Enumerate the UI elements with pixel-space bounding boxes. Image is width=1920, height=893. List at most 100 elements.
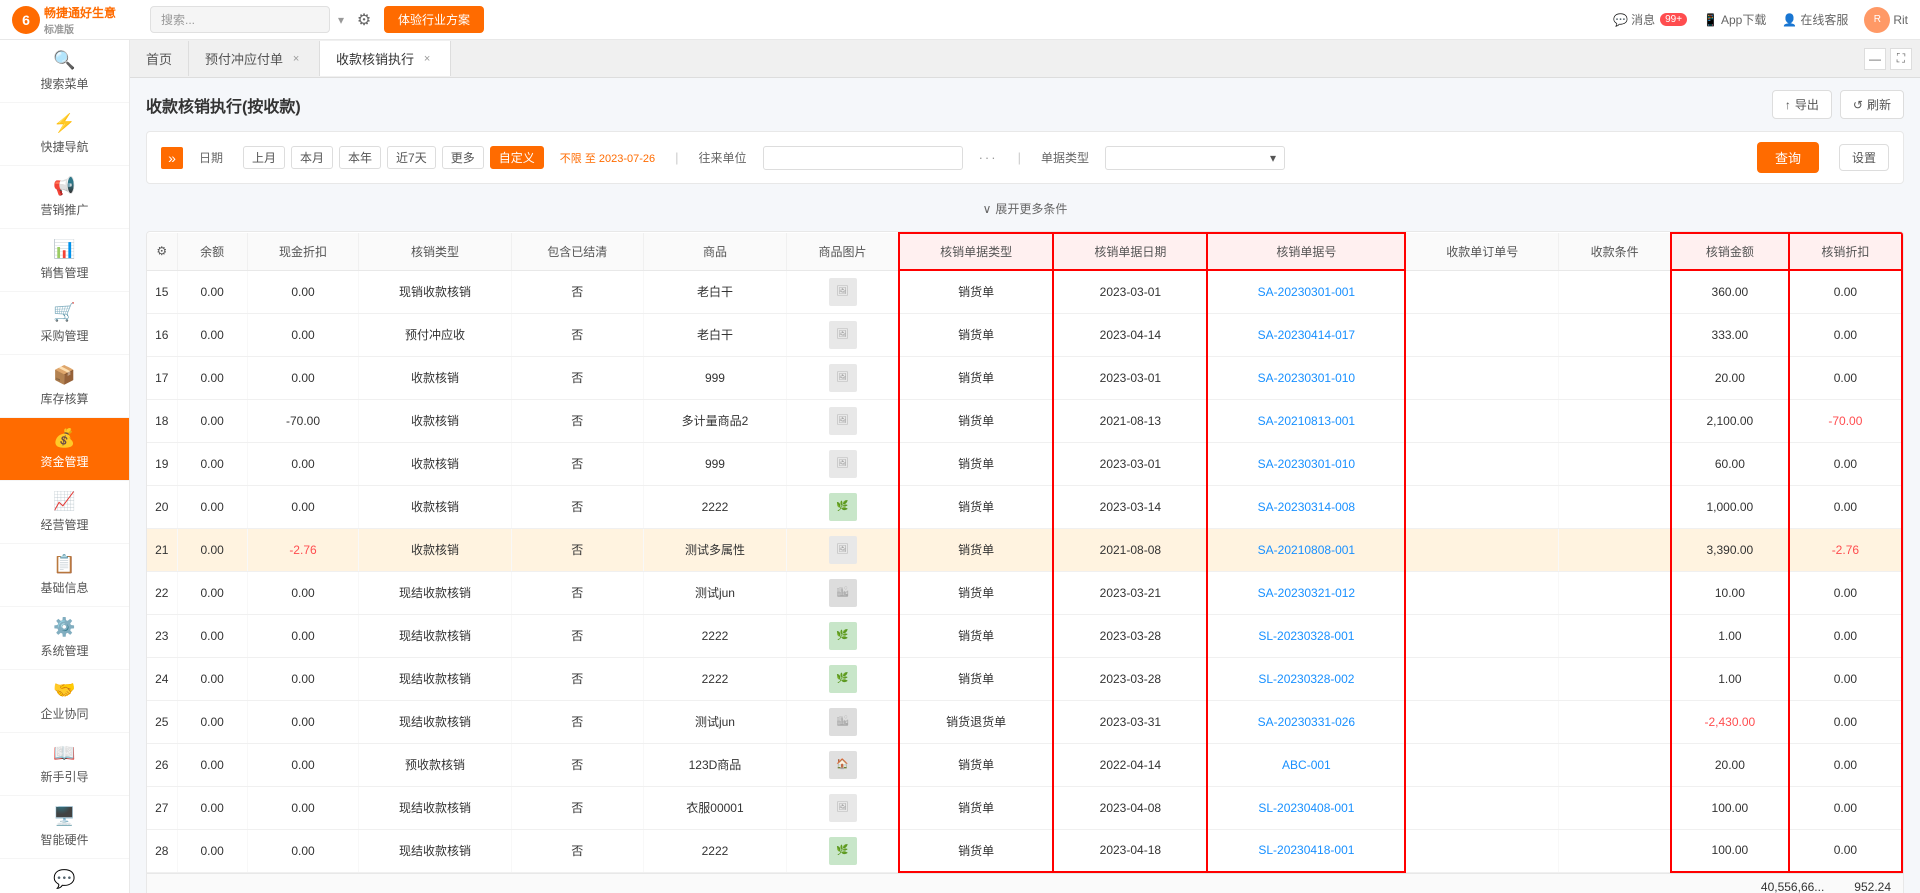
sidebar-item-system[interactable]: ⚙️ 系统管理 (0, 607, 129, 670)
cancel-bill-no-link[interactable]: SA-20230301-010 (1258, 457, 1355, 471)
cell-row-num: 24 (147, 657, 177, 700)
cell-cancel-bill-no[interactable]: SA-20230301-001 (1207, 270, 1405, 313)
cell-cancel-discount: 0.00 (1789, 829, 1902, 872)
cell-goods: 2222 (643, 657, 786, 700)
cell-cancel-bill-type: 销货单 (899, 528, 1053, 571)
tab-prepay[interactable]: 预付冲应付单 × (189, 41, 320, 76)
sidebar-item-sales[interactable]: 📊 销售管理 (0, 229, 129, 292)
cancel-bill-no-link[interactable]: SA-20230331-026 (1258, 715, 1355, 729)
date-btn-this-year[interactable]: 本年 (339, 146, 381, 169)
cell-cancel-bill-type: 销货单 (899, 442, 1053, 485)
cancel-bill-no-link[interactable]: SA-20230301-001 (1258, 285, 1355, 299)
cancel-bill-no-link[interactable]: SA-20230301-010 (1258, 371, 1355, 385)
collapse-filter-btn[interactable]: » (161, 147, 183, 169)
cell-cancel-bill-date: 2023-04-14 (1053, 313, 1207, 356)
cancel-bill-no-link[interactable]: SA-20230314-008 (1258, 500, 1355, 514)
tab-maximize-btn[interactable]: ⛶ (1890, 48, 1912, 70)
sidebar-item-inventory[interactable]: 📦 库存核算 (0, 355, 129, 418)
cell-cancel-discount: 0.00 (1789, 657, 1902, 700)
tab-cancel-exec[interactable]: 收款核销执行 × (320, 41, 451, 76)
date-btn-last-month[interactable]: 上月 (243, 146, 285, 169)
cell-cancel-discount: -2.76 (1789, 528, 1902, 571)
cancel-bill-no-link[interactable]: SA-20210808-001 (1258, 543, 1355, 557)
cancel-bill-no-link[interactable]: SL-20230328-001 (1258, 629, 1354, 643)
cancel-bill-no-link[interactable]: SL-20230418-001 (1258, 843, 1354, 857)
cell-cancel-type: 收款核销 (359, 442, 512, 485)
cell-cancel-amount: 10.00 (1671, 571, 1789, 614)
cancel-bill-no-link[interactable]: SA-20230321-012 (1258, 586, 1355, 600)
partner-input[interactable] (763, 146, 963, 170)
tab-minimize-btn[interactable]: — (1864, 48, 1886, 70)
cancel-bill-no-link[interactable]: SL-20230328-002 (1258, 672, 1354, 686)
setting-btn[interactable]: 设置 (1839, 144, 1889, 171)
brand-name: 畅捷通好生意 (44, 4, 116, 21)
sidebar-item-purchase[interactable]: 🛒 采购管理 (0, 292, 129, 355)
sidebar-label: 营销推广 (40, 201, 88, 218)
cell-include-settled: 否 (511, 657, 643, 700)
table-row: 18 0.00 -70.00 收款核销 否 多计量商品2 🖼 销货单 2021-… (147, 399, 1902, 442)
sidebar-item-basic-info[interactable]: 📋 基础信息 (0, 544, 129, 607)
notifications-btn[interactable]: 💬 消息 99+ (1613, 11, 1687, 28)
sidebar-item-guide[interactable]: 📖 新手引导 (0, 733, 129, 796)
cell-cancel-bill-no[interactable]: SA-20230301-010 (1207, 442, 1405, 485)
cell-cancel-bill-no[interactable]: SA-20230331-026 (1207, 700, 1405, 743)
cell-cash-discount: 0.00 (247, 614, 358, 657)
sidebar-item-search[interactable]: 🔍 搜索菜单 (0, 40, 129, 103)
cell-cancel-bill-no[interactable]: SA-20230301-010 (1207, 356, 1405, 399)
cell-cancel-bill-no[interactable]: ABC-001 (1207, 743, 1405, 786)
cell-cancel-type: 现结收款核销 (359, 614, 512, 657)
top-bar: 6 畅捷通好生意 标准版 搜索... ▾ ⚙ 体验行业方案 💬 消息 99+ 📱… (0, 0, 1920, 40)
inventory-icon: 📦 (53, 365, 75, 386)
date-btn-custom[interactable]: 自定义 (490, 146, 544, 169)
date-btn-7days[interactable]: 近7天 (387, 146, 436, 169)
sidebar-item-operations[interactable]: 📈 经营管理 (0, 481, 129, 544)
sales-icon: 📊 (53, 239, 75, 260)
tab-home[interactable]: 首页 (130, 41, 189, 76)
goods-image: 🏙 (829, 579, 857, 607)
settings-gear-btn[interactable]: ⚙ (352, 8, 376, 32)
sidebar-item-shortcuts[interactable]: ⚡ 快捷导航 (0, 103, 129, 166)
cell-cancel-bill-date: 2023-03-14 (1053, 485, 1207, 528)
query-btn[interactable]: 查询 (1757, 142, 1819, 173)
cell-cancel-bill-no[interactable]: SL-20230328-001 (1207, 614, 1405, 657)
refresh-btn[interactable]: ↺ 刷新 (1840, 90, 1904, 119)
sidebar-label: 新手引导 (40, 768, 88, 785)
cancel-bill-no-link[interactable]: ABC-001 (1282, 758, 1331, 772)
tab-close-cancel-exec[interactable]: × (420, 52, 434, 66)
online-service-btn[interactable]: 👤 在线客服 (1782, 11, 1848, 28)
order-type-label: 单据类型 (1041, 149, 1089, 166)
cell-cancel-bill-no[interactable]: SL-20230418-001 (1207, 829, 1405, 872)
app-download-btn[interactable]: 📱 App下载 (1703, 11, 1766, 28)
expand-conditions-btn[interactable]: ∨ 展开更多条件 (977, 194, 1074, 223)
cell-cancel-discount: 0.00 (1789, 270, 1902, 313)
sidebar-item-collab[interactable]: 🤝 企业协同 (0, 670, 129, 733)
col-header-gear[interactable]: ⚙ (147, 233, 177, 270)
cancel-bill-no-link[interactable]: SA-20210813-001 (1258, 414, 1355, 428)
cell-cancel-bill-no[interactable]: SL-20230328-002 (1207, 657, 1405, 700)
cell-cancel-bill-no[interactable]: SA-20210813-001 (1207, 399, 1405, 442)
cell-cancel-bill-type: 销货单 (899, 571, 1053, 614)
logo: 6 畅捷通好生意 标准版 (12, 4, 142, 36)
order-type-select[interactable]: ▾ (1105, 146, 1285, 170)
cell-cancel-bill-no[interactable]: SA-20210808-001 (1207, 528, 1405, 571)
dropdown-arrow-icon[interactable]: ▾ (338, 13, 344, 27)
tab-label: 预付冲应付单 (205, 49, 283, 68)
col-header-cancel-bill-date: 核销单据日期 (1053, 233, 1207, 270)
cell-cancel-bill-no[interactable]: SA-20230321-012 (1207, 571, 1405, 614)
sidebar-item-marketing[interactable]: 📢 营销推广 (0, 166, 129, 229)
search-box[interactable]: 搜索... (150, 6, 330, 33)
tab-close-prepay[interactable]: × (289, 52, 303, 66)
cell-cancel-bill-no[interactable]: SA-20230414-017 (1207, 313, 1405, 356)
date-btn-more[interactable]: 更多 (442, 146, 484, 169)
cancel-bill-no-link[interactable]: SL-20230408-001 (1258, 801, 1354, 815)
export-btn[interactable]: ↑ 导出 (1772, 90, 1832, 119)
industry-btn[interactable]: 体验行业方案 (384, 6, 484, 33)
cell-cancel-bill-no[interactable]: SL-20230408-001 (1207, 786, 1405, 829)
sidebar-item-wechat[interactable]: 💬 企业微信 (0, 859, 129, 893)
user-profile-btn[interactable]: R Rit (1864, 7, 1908, 33)
sidebar-item-hardware[interactable]: 🖥️ 智能硬件 (0, 796, 129, 859)
cancel-bill-no-link[interactable]: SA-20230414-017 (1258, 328, 1355, 342)
cell-cancel-bill-no[interactable]: SA-20230314-008 (1207, 485, 1405, 528)
date-btn-this-month[interactable]: 本月 (291, 146, 333, 169)
sidebar-item-finance[interactable]: 💰 资金管理 (0, 418, 129, 481)
